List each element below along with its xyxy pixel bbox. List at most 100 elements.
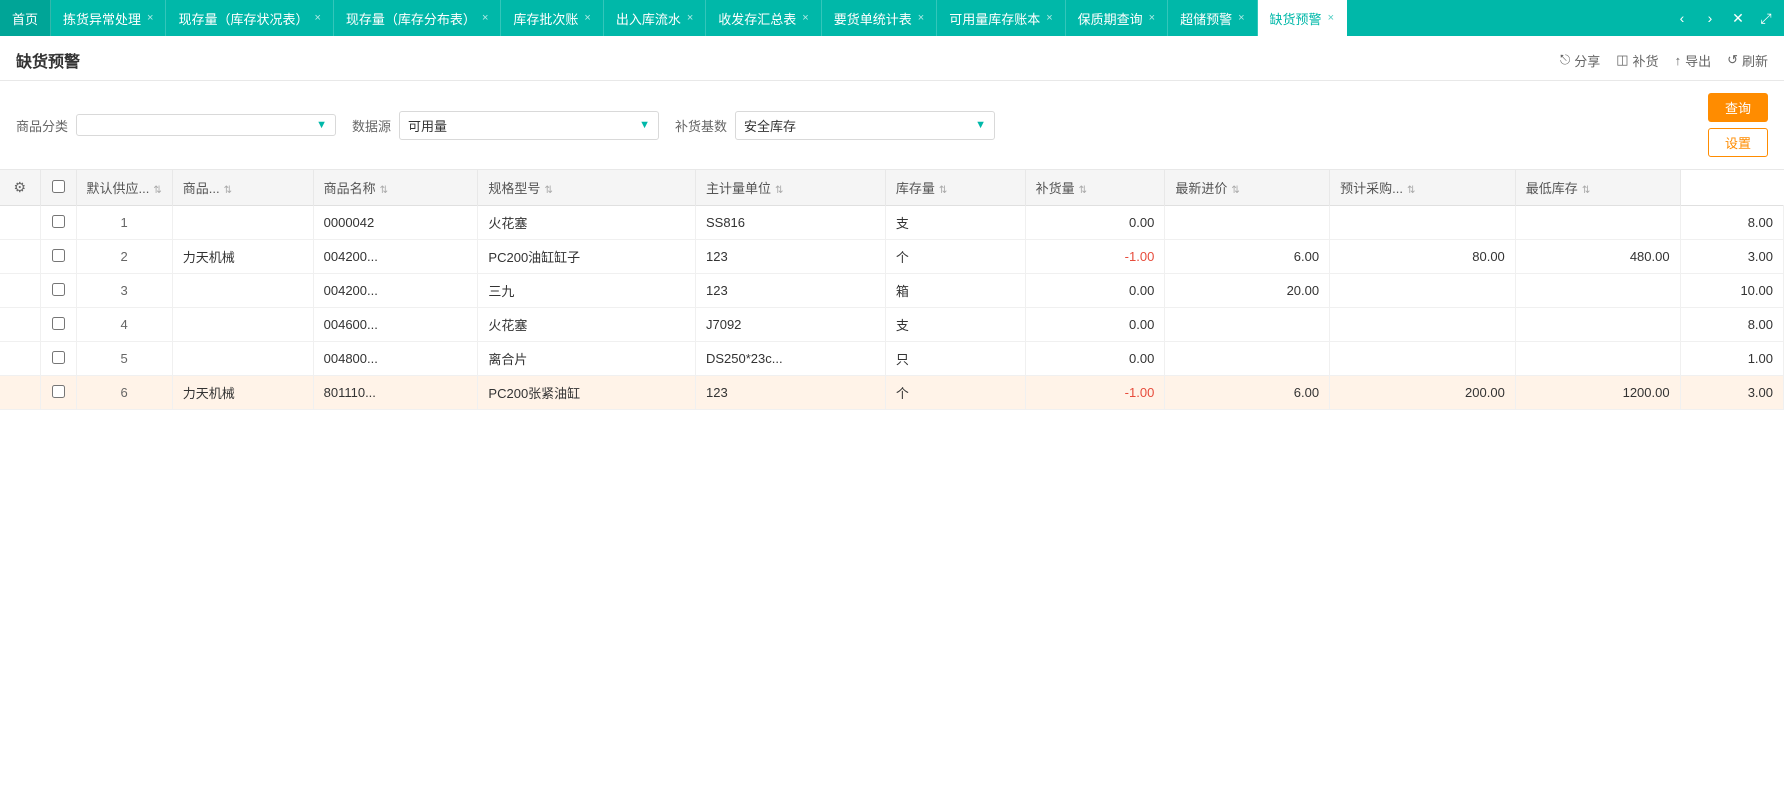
- nav-tab-11[interactable]: 缺货预警 ×: [1258, 0, 1347, 36]
- col-stock-header[interactable]: 库存量⇅: [885, 170, 1025, 206]
- col-settings-header[interactable]: ⚙: [0, 170, 40, 206]
- nav-tab-close-9[interactable]: ×: [1149, 12, 1155, 24]
- table-body: 10000042火花塞SS816支0.008.002力天机械004200...P…: [0, 206, 1784, 410]
- nav-tab-8[interactable]: 可用量库存账本 ×: [937, 0, 1065, 36]
- nav-tab-3[interactable]: 现存量（库存分布表） ×: [334, 0, 501, 36]
- nav-tab-9[interactable]: 保质期查询 ×: [1066, 0, 1168, 36]
- col-purchase-header[interactable]: 预计采购...⇅: [1330, 170, 1516, 206]
- nav-tab-close-1[interactable]: ×: [147, 12, 153, 24]
- nav-next-button[interactable]: ›: [1696, 4, 1724, 32]
- row-check-cell-2: [40, 274, 76, 308]
- col-check-header: [40, 170, 76, 206]
- row-unit-5: 个: [885, 376, 1025, 410]
- row-num-5: 6: [76, 376, 172, 410]
- row-supplier-5: 力天机械: [172, 376, 313, 410]
- nav-tab-close-4[interactable]: ×: [584, 12, 590, 24]
- row-num-3: 4: [76, 308, 172, 342]
- sort-icon: ⇅: [1079, 185, 1087, 196]
- nav-tab-6[interactable]: 收发存汇总表 ×: [706, 0, 821, 36]
- datasource-select[interactable]: 可用量 ▼: [399, 111, 659, 140]
- nav-tab-label-5: 出入库流水: [616, 9, 681, 28]
- row-purchase-3: [1515, 308, 1680, 342]
- nav-tab-label-8: 可用量库存账本: [949, 9, 1040, 28]
- nav-tab-close-10[interactable]: ×: [1238, 12, 1244, 24]
- settings-button[interactable]: 设置: [1708, 128, 1768, 157]
- row-minstock-2: 10.00: [1680, 274, 1783, 308]
- row-spec-4: DS250*23c...: [695, 342, 885, 376]
- nav-close-button[interactable]: ✕: [1724, 4, 1752, 32]
- row-checkbox-2[interactable]: [52, 283, 65, 296]
- filter-actions: 查询 设置: [1708, 93, 1768, 157]
- col-minstock-header[interactable]: 最低库存⇅: [1515, 170, 1680, 206]
- row-checkbox-1[interactable]: [52, 249, 65, 262]
- nav-tab-close-3[interactable]: ×: [482, 12, 488, 24]
- nav-tab-label-2: 现存量（库存状况表）: [178, 9, 308, 28]
- category-arrow-icon: ▼: [316, 119, 327, 131]
- nav-tab-2[interactable]: 现存量（库存状况表） ×: [166, 0, 333, 36]
- col-price-header[interactable]: 最新进价⇅: [1165, 170, 1330, 206]
- category-filter-group: 商品分类 ▼: [16, 114, 336, 136]
- nav-maximize-button[interactable]: ⤢: [1752, 4, 1780, 32]
- row-price-4: [1330, 342, 1516, 376]
- nav-tab-close-11[interactable]: ×: [1328, 12, 1334, 24]
- nav-tab-0[interactable]: 首页: [0, 0, 51, 36]
- nav-tab-7[interactable]: 要货单统计表 ×: [822, 0, 937, 36]
- col-name-header[interactable]: 商品名称⇅: [313, 170, 478, 206]
- nav-tab-close-2[interactable]: ×: [314, 12, 320, 24]
- settings-gear-icon[interactable]: ⚙: [13, 179, 26, 195]
- nav-tab-close-8[interactable]: ×: [1046, 12, 1052, 24]
- query-button[interactable]: 查询: [1708, 93, 1768, 122]
- row-price-5: 200.00: [1330, 376, 1516, 410]
- datasource-label: 数据源: [352, 116, 391, 135]
- col-spec-header[interactable]: 规格型号⇅: [478, 170, 696, 206]
- row-settings-5: [0, 376, 40, 410]
- nav-tab-1[interactable]: 拣货异常处理 ×: [51, 0, 166, 36]
- row-spec-0: SS816: [695, 206, 885, 240]
- basis-label: 补货基数: [675, 116, 727, 135]
- category-select[interactable]: ▼: [76, 114, 336, 136]
- row-supplier-1: 力天机械: [172, 240, 313, 274]
- row-purchase-0: [1515, 206, 1680, 240]
- basis-arrow-icon: ▼: [975, 119, 986, 131]
- row-num-4: 5: [76, 342, 172, 376]
- refresh-action[interactable]: ↺ 刷新: [1727, 51, 1768, 70]
- col-code-header[interactable]: 商品...⇅: [172, 170, 313, 206]
- col-restock-header[interactable]: 补货量⇅: [1025, 170, 1165, 206]
- share-action[interactable]: ⎋ 分享: [1560, 51, 1600, 70]
- nav-tab-5[interactable]: 出入库流水 ×: [604, 0, 706, 36]
- row-unit-4: 只: [885, 342, 1025, 376]
- row-checkbox-3[interactable]: [52, 317, 65, 330]
- export-action[interactable]: ↑ 导出: [1675, 51, 1712, 70]
- basis-select[interactable]: 安全库存 ▼: [735, 111, 995, 140]
- nav-tab-close-6[interactable]: ×: [802, 12, 808, 24]
- row-stock-0: 0.00: [1025, 206, 1165, 240]
- row-code-5: 801110...: [313, 376, 478, 410]
- row-stock-4: 0.00: [1025, 342, 1165, 376]
- restock-action[interactable]: ◫ 补货: [1616, 51, 1658, 70]
- select-all-checkbox[interactable]: [52, 180, 65, 193]
- sort-icon: ⇅: [1582, 185, 1590, 196]
- row-checkbox-0[interactable]: [52, 215, 65, 228]
- table-row: 3004200...三九123箱0.0020.0010.00: [0, 274, 1784, 308]
- data-table-container: ⚙ 默认供应...⇅ 商品...⇅ 商品名称⇅ 规格型号⇅ 主计量单位⇅ 库存量…: [0, 170, 1784, 410]
- nav-tab-close-7[interactable]: ×: [918, 12, 924, 24]
- row-name-2: 三九: [478, 274, 696, 308]
- nav-prev-button[interactable]: ‹: [1668, 4, 1696, 32]
- row-spec-5: 123: [695, 376, 885, 410]
- nav-tab-close-5[interactable]: ×: [687, 12, 693, 24]
- sort-icon: ⇅: [380, 185, 388, 196]
- row-checkbox-4[interactable]: [52, 351, 65, 364]
- row-minstock-0: 8.00: [1680, 206, 1783, 240]
- nav-tab-10[interactable]: 超储预警 ×: [1168, 0, 1257, 36]
- col-supplier-header[interactable]: 默认供应...⇅: [76, 170, 172, 206]
- row-name-3: 火花塞: [478, 308, 696, 342]
- row-minstock-3: 8.00: [1680, 308, 1783, 342]
- row-supplier-3: [172, 308, 313, 342]
- datasource-filter-group: 数据源 可用量 ▼: [352, 111, 659, 140]
- row-name-0: 火花塞: [478, 206, 696, 240]
- row-checkbox-5[interactable]: [52, 385, 65, 398]
- col-unit-header[interactable]: 主计量单位⇅: [695, 170, 885, 206]
- row-code-0: 0000042: [313, 206, 478, 240]
- nav-tabs: 首页拣货异常处理 ×现存量（库存状况表） ×现存量（库存分布表） ×库存批次账 …: [0, 0, 1347, 36]
- nav-tab-4[interactable]: 库存批次账 ×: [501, 0, 603, 36]
